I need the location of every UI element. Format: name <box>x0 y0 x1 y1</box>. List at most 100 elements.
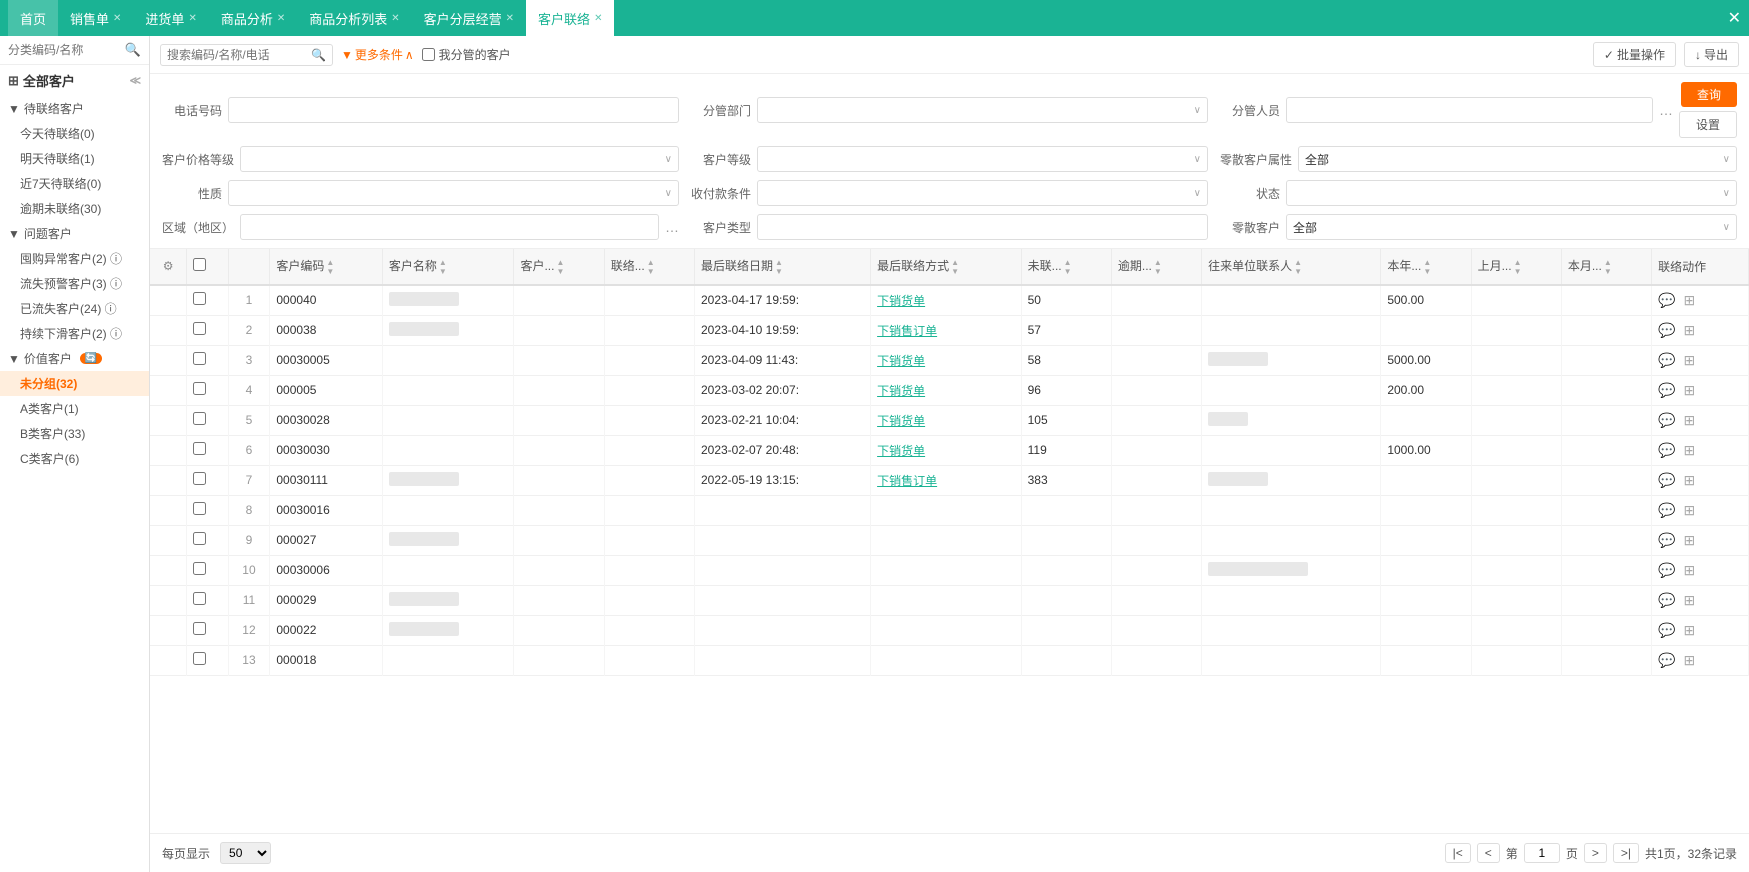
sidebar-all-customers[interactable]: ⊞ 全部客户 ≪ <box>0 65 149 96</box>
grid-action-icon[interactable]: ⊞ <box>1684 652 1696 669</box>
row-checkbox[interactable] <box>187 465 228 495</box>
last-method-link[interactable]: 下销货单 <box>877 414 925 428</box>
customer-level-select[interactable]: ∨ <box>757 146 1208 172</box>
row-select-checkbox[interactable] <box>193 532 206 545</box>
close-sales-icon[interactable]: ✕ <box>113 13 121 24</box>
close-goods-analysis-icon[interactable]: ✕ <box>277 13 285 24</box>
chat-icon[interactable]: 💬 <box>1658 532 1675 549</box>
row-select-checkbox[interactable] <box>193 292 206 305</box>
row-select-checkbox[interactable] <box>193 442 206 455</box>
sidebar-search-input[interactable] <box>8 43 121 57</box>
this-month-column-header[interactable]: 本月...▲▼ <box>1561 249 1651 285</box>
close-customer-contact-icon[interactable]: ✕ <box>594 13 602 24</box>
row-last-contact-method[interactable]: 下销货单 <box>871 405 1022 435</box>
chat-icon[interactable]: 💬 <box>1658 412 1675 429</box>
my-customers-check[interactable] <box>422 48 435 61</box>
last-method-link[interactable]: 下销货单 <box>877 384 925 398</box>
row-select-checkbox[interactable] <box>193 352 206 365</box>
row-select-checkbox[interactable] <box>193 472 206 485</box>
close-goods-analysis-list-icon[interactable]: ✕ <box>391 13 399 24</box>
query-btn[interactable]: 查询 <box>1681 82 1737 107</box>
row-select-checkbox[interactable] <box>193 382 206 395</box>
person-select[interactable] <box>1286 97 1653 123</box>
last-date-column-header[interactable]: 最后联络日期▲▼ <box>694 249 870 285</box>
sidebar-item-a-class[interactable]: A类客户(1) <box>0 396 149 421</box>
chat-icon[interactable]: 💬 <box>1658 322 1675 339</box>
first-page-btn[interactable]: |< <box>1445 843 1471 863</box>
overdue-column-header[interactable]: 逾期...▲▼ <box>1111 249 1201 285</box>
row-last-contact-method[interactable] <box>871 585 1022 615</box>
chat-icon[interactable]: 💬 <box>1658 502 1675 519</box>
row-last-contact-method[interactable]: 下销售订单 <box>871 465 1022 495</box>
customer-type-input[interactable] <box>757 214 1208 240</box>
last-method-link[interactable]: 下销售订单 <box>877 474 937 488</box>
row-last-contact-method[interactable] <box>871 645 1022 675</box>
status-select[interactable]: ∨ <box>1286 180 1737 206</box>
grid-action-icon[interactable]: ⊞ <box>1684 592 1696 609</box>
close-all-button[interactable]: ✕ <box>1728 8 1741 28</box>
row-select-checkbox[interactable] <box>193 652 206 665</box>
chat-icon[interactable]: 💬 <box>1658 652 1675 669</box>
sidebar-item-b-class[interactable]: B类客户(33) <box>0 421 149 446</box>
chat-icon[interactable]: 💬 <box>1658 592 1675 609</box>
payment-select[interactable]: ∨ <box>757 180 1208 206</box>
batch-operation-btn[interactable]: ✓ 批量操作 <box>1593 42 1676 67</box>
select-all-checkbox[interactable] <box>193 258 206 271</box>
row-checkbox[interactable] <box>187 585 228 615</box>
row-last-contact-method[interactable] <box>871 555 1022 585</box>
last-method-link[interactable]: 下销货单 <box>877 354 925 368</box>
last-method-link[interactable]: 下销售订单 <box>877 324 937 338</box>
row-last-contact-method[interactable]: 下销货单 <box>871 375 1022 405</box>
region-select[interactable] <box>240 214 659 240</box>
chat-icon[interactable]: 💬 <box>1658 622 1675 639</box>
search-input[interactable] <box>167 48 307 62</box>
sidebar-item-churned[interactable]: 已流失客户(24) ⓘ <box>0 296 149 321</box>
sidebar-item-declining[interactable]: 持续下滑客户(2) ⓘ <box>0 321 149 346</box>
row-select-checkbox[interactable] <box>193 412 206 425</box>
grid-action-icon[interactable]: ⊞ <box>1684 532 1696 549</box>
grid-action-icon[interactable]: ⊞ <box>1684 412 1696 429</box>
export-btn[interactable]: ↓ 导出 <box>1684 42 1739 67</box>
chat-icon[interactable]: 💬 <box>1658 562 1675 579</box>
sidebar-search-icon[interactable]: 🔍 <box>125 42 141 58</box>
person-dots[interactable]: … <box>1659 102 1673 118</box>
this-year-column-header[interactable]: 本年...▲▼ <box>1381 249 1471 285</box>
grid-action-icon[interactable]: ⊞ <box>1684 442 1696 459</box>
row-checkbox[interactable] <box>187 645 228 675</box>
nav-tab-sales[interactable]: 销售单 ✕ <box>58 0 133 36</box>
nav-tab-goods-analysis-list[interactable]: 商品分析列表 ✕ <box>297 0 411 36</box>
grid-action-icon[interactable]: ⊞ <box>1684 502 1696 519</box>
sidebar-item-ungrouped[interactable]: 未分组(32) <box>0 371 149 396</box>
last-method-column-header[interactable]: 最后联络方式▲▼ <box>871 249 1022 285</box>
uncontacted-column-header[interactable]: 未联...▲▼ <box>1021 249 1111 285</box>
grid-action-icon[interactable]: ⊞ <box>1684 472 1696 489</box>
row-checkbox[interactable] <box>187 315 228 345</box>
sidebar-item-tomorrow[interactable]: 明天待联络(1) <box>0 146 149 171</box>
close-purchase-icon[interactable]: ✕ <box>188 13 196 24</box>
contact-column-header[interactable]: 联络...▲▼ <box>604 249 694 285</box>
row-select-checkbox[interactable] <box>193 562 206 575</box>
type-column-header[interactable]: 客户...▲▼ <box>514 249 604 285</box>
price-level-select[interactable]: ∨ <box>240 146 679 172</box>
nav-tab-goods-analysis[interactable]: 商品分析 ✕ <box>209 0 297 36</box>
sidebar-group-pending[interactable]: ▼ 待联络客户 <box>0 96 149 121</box>
row-last-contact-method[interactable]: 下销货单 <box>871 435 1022 465</box>
sparse-customer-select[interactable]: 全部 ∨ <box>1286 214 1737 240</box>
row-last-contact-method[interactable] <box>871 495 1022 525</box>
row-checkbox[interactable] <box>187 495 228 525</box>
sidebar-group-value[interactable]: ▼ 价值客户 🔄 <box>0 346 149 371</box>
sparse-attr-select[interactable]: 全部 ∨ <box>1298 146 1737 172</box>
close-customer-segment-icon[interactable]: ✕ <box>506 13 514 24</box>
grid-action-icon[interactable]: ⊞ <box>1684 562 1696 579</box>
sidebar-item-7days[interactable]: 近7天待联络(0) <box>0 171 149 196</box>
row-last-contact-method[interactable] <box>871 525 1022 555</box>
chat-icon[interactable]: 💬 <box>1658 472 1675 489</box>
row-last-contact-method[interactable] <box>871 615 1022 645</box>
code-column-header[interactable]: 客户编码▲▼ <box>270 249 382 285</box>
grid-action-icon[interactable]: ⊞ <box>1684 322 1696 339</box>
row-select-checkbox[interactable] <box>193 622 206 635</box>
sidebar-item-today[interactable]: 今天待联络(0) <box>0 121 149 146</box>
chat-icon[interactable]: 💬 <box>1658 442 1675 459</box>
grid-action-icon[interactable]: ⊞ <box>1684 382 1696 399</box>
row-select-checkbox[interactable] <box>193 592 206 605</box>
